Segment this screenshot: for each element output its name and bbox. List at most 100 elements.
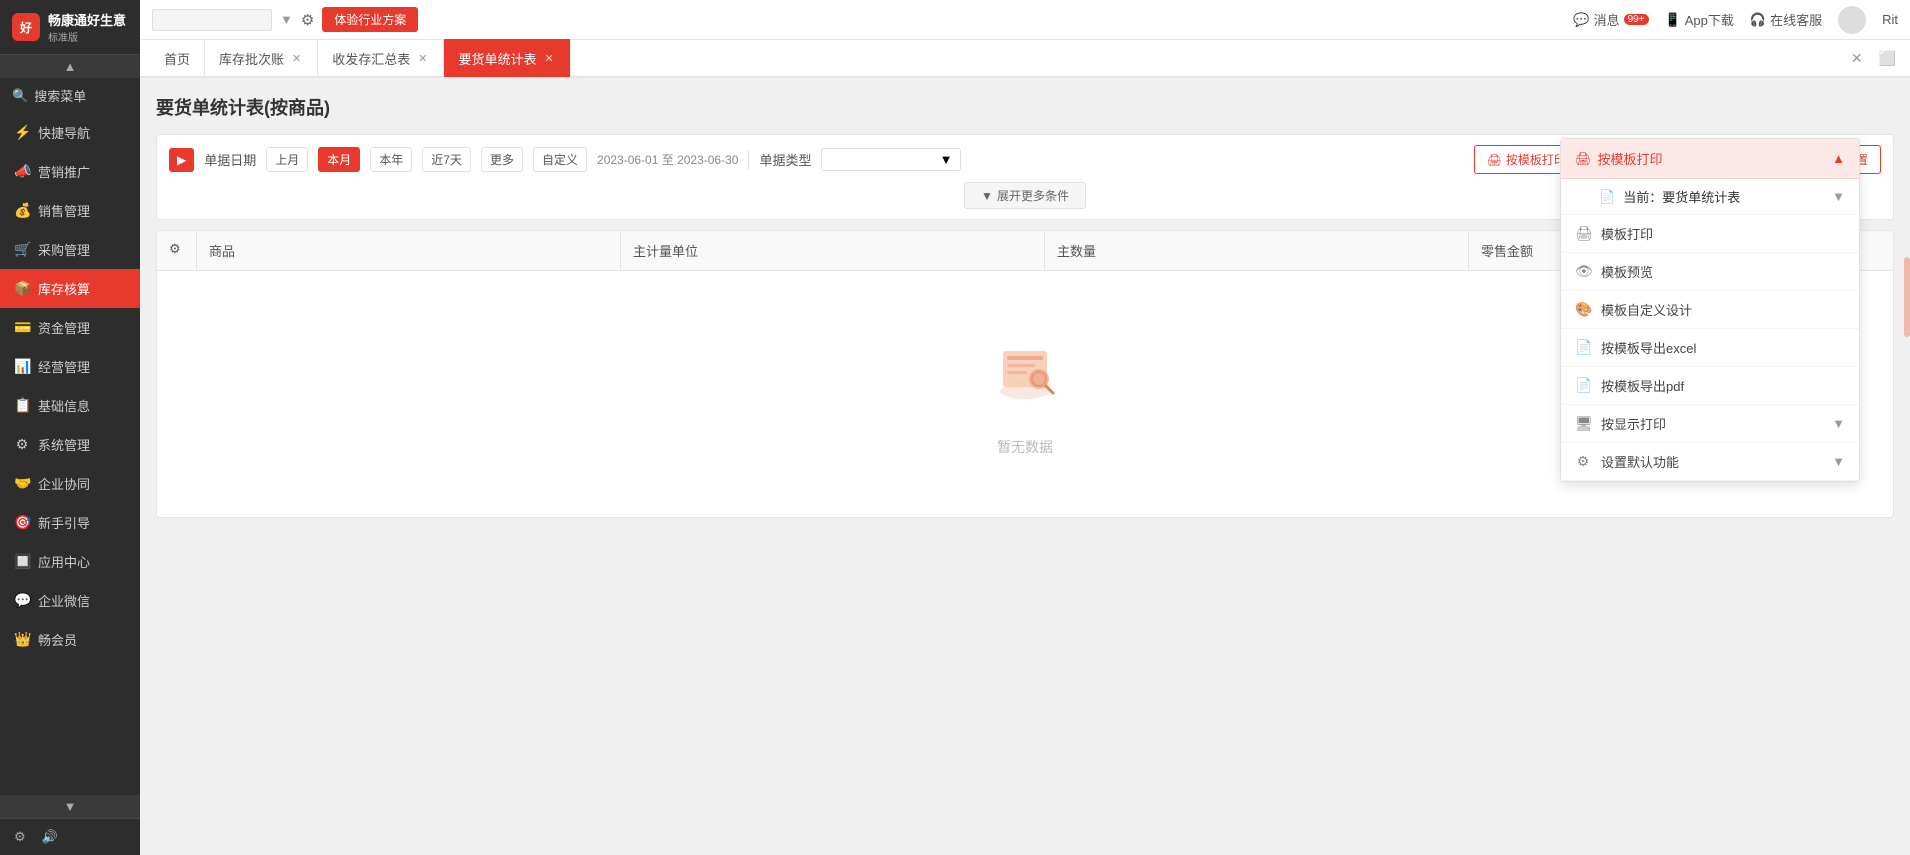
filter-toggle-btn[interactable]: ▶ (169, 148, 194, 172)
sidebar-item-marketing[interactable]: 📣 营销推广 (0, 152, 140, 191)
message-label: 消息 (1594, 10, 1620, 29)
dropdown-header: 🖨 按模板打印 ▲ (1561, 139, 1859, 179)
sidebar-item-corp-wechat[interactable]: 💬 企业微信 (0, 581, 140, 620)
type-filter-select[interactable]: ▼ (821, 148, 961, 171)
sidebar-item-sales[interactable]: 💰 销售管理 (0, 191, 140, 230)
app-logo: 好 畅康通好生意 标准版 (0, 0, 140, 55)
print-template-label: 按模板打印 (1506, 151, 1566, 168)
scroll-indicator[interactable] (1904, 257, 1910, 337)
print-header-icon: 🖨 (1575, 151, 1592, 167)
sidebar-item-quick-nav[interactable]: ⚡ 快捷导航 (0, 113, 140, 152)
scroll-down-btn[interactable]: ▼ (0, 795, 140, 818)
sidebar-item-label: 经营管理 (38, 357, 90, 376)
dropdown-title-text: 按模板打印 (1598, 149, 1663, 168)
date-btn-this-month[interactable]: 本月 (318, 147, 360, 172)
dropdown-item-template-preview[interactable]: 👁 模板预览 (1561, 253, 1859, 291)
message-btn[interactable]: 💬 消息 99+ (1573, 10, 1648, 29)
sidebar-item-label: 新手引导 (38, 513, 90, 532)
sidebar-item-base-info[interactable]: 📋 基础信息 (0, 386, 140, 425)
marketing-icon: 📣 (14, 163, 30, 180)
window-maximize-btn[interactable]: ⬜ (1875, 50, 1900, 67)
sidebar-item-corp-collab[interactable]: 🤝 企业协同 (0, 464, 140, 503)
sidebar-item-inventory[interactable]: 📦 库存核算 (0, 269, 140, 308)
sidebar-item-operations[interactable]: 📊 经营管理 (0, 347, 140, 386)
search-icon: 🔍 (12, 88, 28, 104)
date-btn-7days[interactable]: 近7天 (422, 147, 471, 172)
dropdown-item-label: 模板自定义设计 (1601, 300, 1692, 319)
footer-settings-icon[interactable]: ⚙ (14, 829, 26, 845)
scroll-up-btn[interactable]: ▲ (0, 55, 140, 78)
online-service-btn[interactable]: 🎧 在线客服 (1750, 10, 1822, 29)
topbar-search-input[interactable] (152, 9, 272, 31)
dropdown-item-label: 按模板导出excel (1601, 338, 1696, 357)
user-avatar[interactable] (1838, 6, 1866, 34)
app-download-icon: 📱 (1665, 12, 1681, 28)
date-btn-custom[interactable]: 自定义 (533, 147, 587, 172)
dropdown-item-template-design[interactable]: 🎨 模板自定义设计 (1561, 291, 1859, 329)
sidebar-item-system[interactable]: ⚙ 系统管理 (0, 425, 140, 464)
topbar-settings-icon[interactable]: ⚙ (301, 11, 314, 29)
search-menu-label: 搜索菜单 (34, 86, 86, 105)
sidebar-item-label: 系统管理 (38, 435, 90, 454)
tab-label: 收发存汇总表 (332, 49, 410, 68)
tab-close-inventory-batch[interactable]: ✕ (290, 52, 303, 65)
app-tag: 标准版 (48, 29, 126, 44)
template-export-pdf-icon: 📄 (1575, 377, 1591, 394)
system-icon: ⚙ (14, 436, 30, 453)
dropdown-item-display-print[interactable]: 🖥 按显示打印 ▼ (1561, 405, 1859, 443)
tab-close-receipts-summary[interactable]: ✕ (416, 52, 429, 65)
sidebar-item-app-center[interactable]: 🔲 应用中心 (0, 542, 140, 581)
tab-close-order-stats[interactable]: ✕ (543, 52, 556, 65)
tab-receipts-summary[interactable]: 收发存汇总表 ✕ (318, 39, 444, 77)
table-col-settings[interactable]: ⚙ (157, 231, 197, 270)
purchase-icon: 🛒 (14, 241, 30, 258)
dropdown-item-default-func[interactable]: ⚙ 设置默认功能 ▼ (1561, 443, 1859, 481)
topbar-right: 💬 消息 99+ 📱 App下载 🎧 在线客服 Rit (1573, 6, 1898, 34)
sidebar-item-label: 销售管理 (38, 201, 90, 220)
app-download-btn[interactable]: 📱 App下载 (1665, 10, 1734, 29)
sidebar-item-newbie[interactable]: 🎯 新手引导 (0, 503, 140, 542)
sidebar-item-label: 企业微信 (38, 591, 90, 610)
template-design-icon: 🎨 (1575, 301, 1591, 318)
tab-inventory-batch[interactable]: 库存批次账 ✕ (205, 39, 318, 77)
date-btn-more[interactable]: 更多 (481, 147, 523, 172)
dropdown-item-template-export-excel[interactable]: 📄 按模板导出excel (1561, 329, 1859, 367)
app-name: 畅康通好生意 (48, 10, 126, 29)
username-label: Rit (1882, 12, 1898, 27)
current-template-label: 当前：要货单统计表 (1623, 187, 1740, 206)
search-menu-btn[interactable]: 🔍 搜索菜单 (0, 78, 140, 113)
default-func-chevron: ▼ (1832, 454, 1845, 469)
window-close-btn[interactable]: ✕ (1847, 50, 1867, 67)
date-range-display: 2023-06-01 至 2023-06-30 (597, 151, 738, 168)
sidebar-item-label: 营销推广 (38, 162, 90, 181)
dropdown-item-template-export-pdf[interactable]: 📄 按模板导出pdf (1561, 367, 1859, 405)
dropdown-item-label: 模板打印 (1601, 224, 1653, 243)
tab-home[interactable]: 首页 (150, 39, 205, 77)
sidebar-item-label: 基础信息 (38, 396, 90, 415)
dropdown-current-template[interactable]: 📄 当前：要货单统计表 ▼ (1561, 179, 1859, 215)
message-badge: 99+ (1624, 14, 1649, 25)
date-btn-this-year[interactable]: 本年 (370, 147, 412, 172)
topbar: ▼ ⚙ 体验行业方案 💬 消息 99+ 📱 App下载 🎧 在线客服 Rit (140, 0, 1910, 40)
quick-nav-icon: ⚡ (14, 124, 30, 141)
corp-wechat-icon: 💬 (14, 592, 30, 609)
footer-sound-icon[interactable]: 🔊 (42, 829, 58, 845)
newbie-icon: 🎯 (14, 514, 30, 531)
window-controls: ✕ ⬜ (1847, 50, 1900, 67)
date-btn-last-month[interactable]: 上月 (266, 147, 308, 172)
app-center-icon: 🔲 (14, 553, 30, 570)
sidebar: 好 畅康通好生意 标准版 ▲ 🔍 搜索菜单 ⚡ 快捷导航 📣 营销推广 💰 销售… (0, 0, 140, 855)
topbar-chevron-icon[interactable]: ▼ (280, 12, 293, 27)
dropdown-close-btn[interactable]: ▲ (1832, 151, 1845, 166)
tab-order-stats[interactable]: 要货单统计表 ✕ (444, 39, 570, 77)
finance-icon: 💳 (14, 319, 30, 336)
tab-label: 库存批次账 (219, 49, 284, 68)
filter-separator (748, 150, 749, 170)
sidebar-item-member[interactable]: 👑 畅会员 (0, 620, 140, 659)
dropdown-item-template-print[interactable]: 🖨 模板打印 (1561, 215, 1859, 253)
expand-more-btn[interactable]: ▼ 展开更多条件 (964, 182, 1086, 209)
sidebar-item-finance[interactable]: 💳 资金管理 (0, 308, 140, 347)
sidebar-item-purchase[interactable]: 🛒 采购管理 (0, 230, 140, 269)
sidebar-item-label: 采购管理 (38, 240, 90, 259)
trial-btn[interactable]: 体验行业方案 (322, 7, 418, 32)
